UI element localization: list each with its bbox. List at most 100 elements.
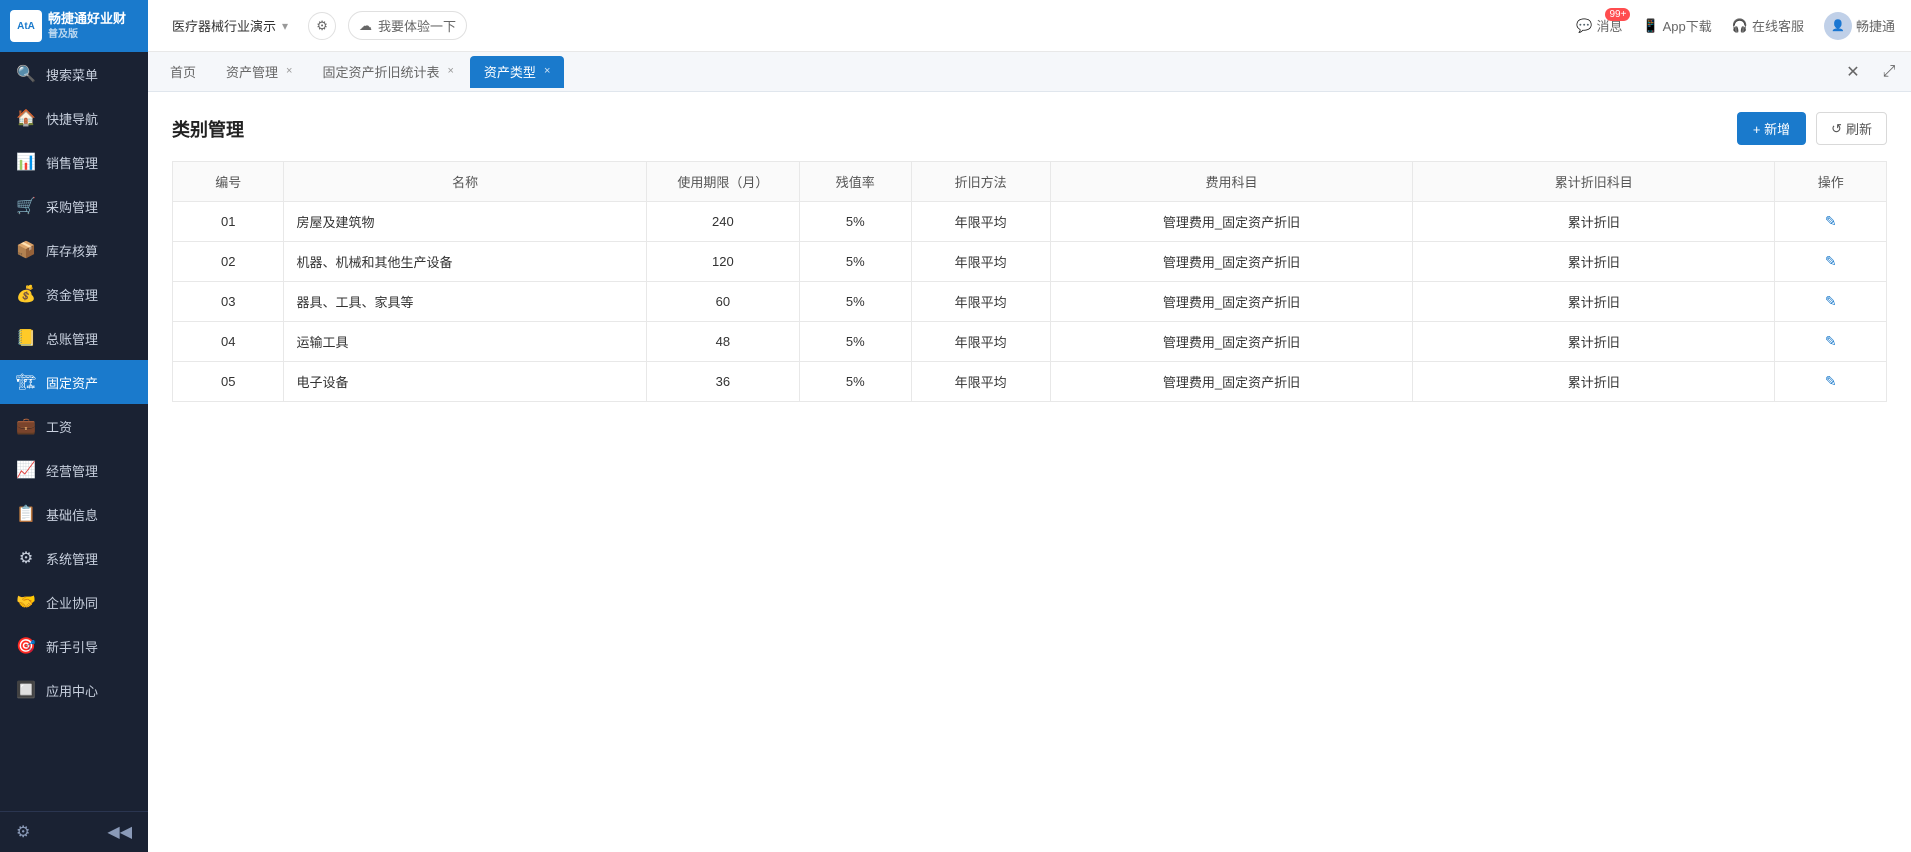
cell-ops[interactable]: ✎: [1775, 322, 1887, 362]
tab-asset-type[interactable]: 资产类型 ×: [470, 56, 564, 88]
sidebar-footer: ⚙ ◀◀: [0, 811, 148, 852]
edit-button[interactable]: ✎: [1825, 213, 1837, 229]
sidebar-label-sales: 销售管理: [46, 153, 98, 172]
tab-asset-mgmt[interactable]: 资产管理 ×: [212, 56, 306, 88]
sidebar-item-basic-info[interactable]: 📋 基础信息: [0, 492, 148, 536]
tab-expand-button[interactable]: ⤢: [1875, 58, 1903, 86]
cell-expense: 管理费用_固定资产折旧: [1050, 362, 1412, 402]
collapse-sidebar-button[interactable]: ◀◀: [107, 822, 132, 842]
sidebar-item-operations[interactable]: 📈 经营管理: [0, 448, 148, 492]
tab-asset-mgmt-label: 资产管理: [226, 62, 278, 81]
sidebar-item-inventory[interactable]: 📦 库存核算: [0, 228, 148, 272]
tab-asset-type-close[interactable]: ×: [544, 66, 550, 77]
edit-button[interactable]: ✎: [1825, 333, 1837, 349]
user-name: 畅捷通: [1856, 16, 1895, 35]
cell-accum: 累计折旧: [1413, 282, 1775, 322]
sidebar-label-guide: 新手引导: [46, 637, 98, 656]
cell-name: 电子设备: [284, 362, 646, 402]
cell-name: 运输工具: [284, 322, 646, 362]
cell-expense: 管理费用_固定资产折旧: [1050, 322, 1412, 362]
sidebar-item-apps[interactable]: 🔲 应用中心: [0, 668, 148, 712]
sidebar: AtA 畅捷通好业财 普及版 🔍 搜索菜单 🏠 快捷导航 📊 销售管理 🛒 采购…: [0, 0, 148, 852]
tab-home[interactable]: 首页: [156, 56, 210, 88]
app-version: 普及版: [48, 28, 126, 41]
cell-method: 年限平均: [911, 242, 1050, 282]
table-row: 01 房屋及建筑物 240 5% 年限平均 管理费用_固定资产折旧 累计折旧 ✎: [173, 202, 1887, 242]
cell-accum: 累计折旧: [1413, 322, 1775, 362]
cell-ops[interactable]: ✎: [1775, 282, 1887, 322]
phone-icon: 📱: [1642, 18, 1658, 34]
sidebar-item-payroll[interactable]: 💼 工资: [0, 404, 148, 448]
edit-button[interactable]: ✎: [1825, 253, 1837, 269]
topbar: 医疗器械行业演示 ▾ ⚙ ☁ 我要体验一下 💬 消息 99+ 📱 App下载 🎧…: [148, 0, 1911, 52]
purchase-icon: 🛒: [16, 196, 36, 216]
col-expense: 费用科目: [1050, 162, 1412, 202]
cell-period: 36: [646, 362, 799, 402]
cell-method: 年限平均: [911, 282, 1050, 322]
search-icon: 🔍: [16, 64, 36, 84]
cell-code: 04: [173, 322, 284, 362]
online-service-button[interactable]: 🎧 在线客服: [1732, 16, 1804, 35]
message-button[interactable]: 💬 消息 99+: [1576, 16, 1622, 35]
col-name: 名称: [284, 162, 646, 202]
tab-depreciation-stat-close[interactable]: ×: [447, 66, 453, 77]
sidebar-item-ledger[interactable]: 📒 总账管理: [0, 316, 148, 360]
page-actions: + 新增 ↺ 刷新: [1737, 112, 1887, 145]
cell-method: 年限平均: [911, 202, 1050, 242]
col-period: 使用期限（月）: [646, 162, 799, 202]
sidebar-item-guide[interactable]: 🎯 新手引导: [0, 624, 148, 668]
company-name: 医疗器械行业演示: [172, 16, 276, 35]
sidebar-item-quicknav[interactable]: 🏠 快捷导航: [0, 96, 148, 140]
sidebar-label-search: 搜索菜单: [46, 65, 98, 84]
tab-close-button[interactable]: ✕: [1839, 58, 1867, 86]
edit-button[interactable]: ✎: [1825, 293, 1837, 309]
col-ops: 操作: [1775, 162, 1887, 202]
experience-button[interactable]: ☁ 我要体验一下: [348, 11, 467, 40]
home-icon: 🏠: [16, 108, 36, 128]
sidebar-item-search[interactable]: 🔍 搜索菜单: [0, 52, 148, 96]
cell-ops[interactable]: ✎: [1775, 362, 1887, 402]
system-icon: ⚙: [16, 548, 36, 568]
table-header: 编号 名称 使用期限（月） 残值率 折旧方法 费用科目 累计折旧科目 操作: [173, 162, 1887, 202]
experience-label: 我要体验一下: [378, 16, 456, 35]
sidebar-label-inventory: 库存核算: [46, 241, 98, 260]
company-settings-button[interactable]: ⚙: [308, 12, 336, 40]
col-method: 折旧方法: [911, 162, 1050, 202]
sidebar-label-coop: 企业协同: [46, 593, 98, 612]
cell-name: 房屋及建筑物: [284, 202, 646, 242]
company-dropdown-icon: ▾: [282, 19, 288, 33]
sidebar-item-coop[interactable]: 🤝 企业协同: [0, 580, 148, 624]
edit-button[interactable]: ✎: [1825, 373, 1837, 389]
avatar-icon: 👤: [1831, 19, 1845, 32]
sidebar-item-system[interactable]: ⚙ 系统管理: [0, 536, 148, 580]
tab-home-label: 首页: [170, 62, 196, 81]
cell-ops[interactable]: ✎: [1775, 242, 1887, 282]
tab-asset-mgmt-close[interactable]: ×: [286, 66, 292, 77]
cell-code: 01: [173, 202, 284, 242]
cell-accum: 累计折旧: [1413, 242, 1775, 282]
new-button[interactable]: + 新增: [1737, 112, 1806, 145]
avatar: 👤: [1824, 12, 1852, 40]
sidebar-item-fixed-assets[interactable]: 🏗 固定资产: [0, 360, 148, 404]
fixed-assets-icon: 🏗: [16, 372, 36, 392]
sidebar-item-purchase[interactable]: 🛒 采购管理: [0, 184, 148, 228]
settings-footer-icon[interactable]: ⚙: [16, 822, 30, 842]
cell-code: 05: [173, 362, 284, 402]
message-icon: 💬: [1576, 18, 1592, 34]
app-download-button[interactable]: 📱 App下载: [1642, 16, 1711, 35]
sidebar-item-finance[interactable]: 💰 资金管理: [0, 272, 148, 316]
content-area: 类别管理 + 新增 ↺ 刷新 编号 名称 使用期限（月） 残值率 折旧方法 费用…: [148, 92, 1911, 852]
cell-ops[interactable]: ✎: [1775, 202, 1887, 242]
user-area[interactable]: 👤 畅捷通: [1824, 12, 1895, 40]
refresh-icon: ↺: [1831, 121, 1842, 137]
tabbar-actions: ✕ ⤢: [1839, 58, 1903, 86]
sidebar-label-system: 系统管理: [46, 549, 98, 568]
sidebar-label-fixed-assets: 固定资产: [46, 373, 98, 392]
sidebar-label-basic-info: 基础信息: [46, 505, 98, 524]
sidebar-label-ledger: 总账管理: [46, 329, 98, 348]
tab-depreciation-stat[interactable]: 固定资产折旧统计表 ×: [308, 56, 467, 88]
company-selector[interactable]: 医疗器械行业演示 ▾: [164, 12, 296, 39]
sidebar-item-sales[interactable]: 📊 销售管理: [0, 140, 148, 184]
refresh-button[interactable]: ↺ 刷新: [1816, 112, 1887, 145]
message-badge: 99+: [1605, 8, 1630, 21]
